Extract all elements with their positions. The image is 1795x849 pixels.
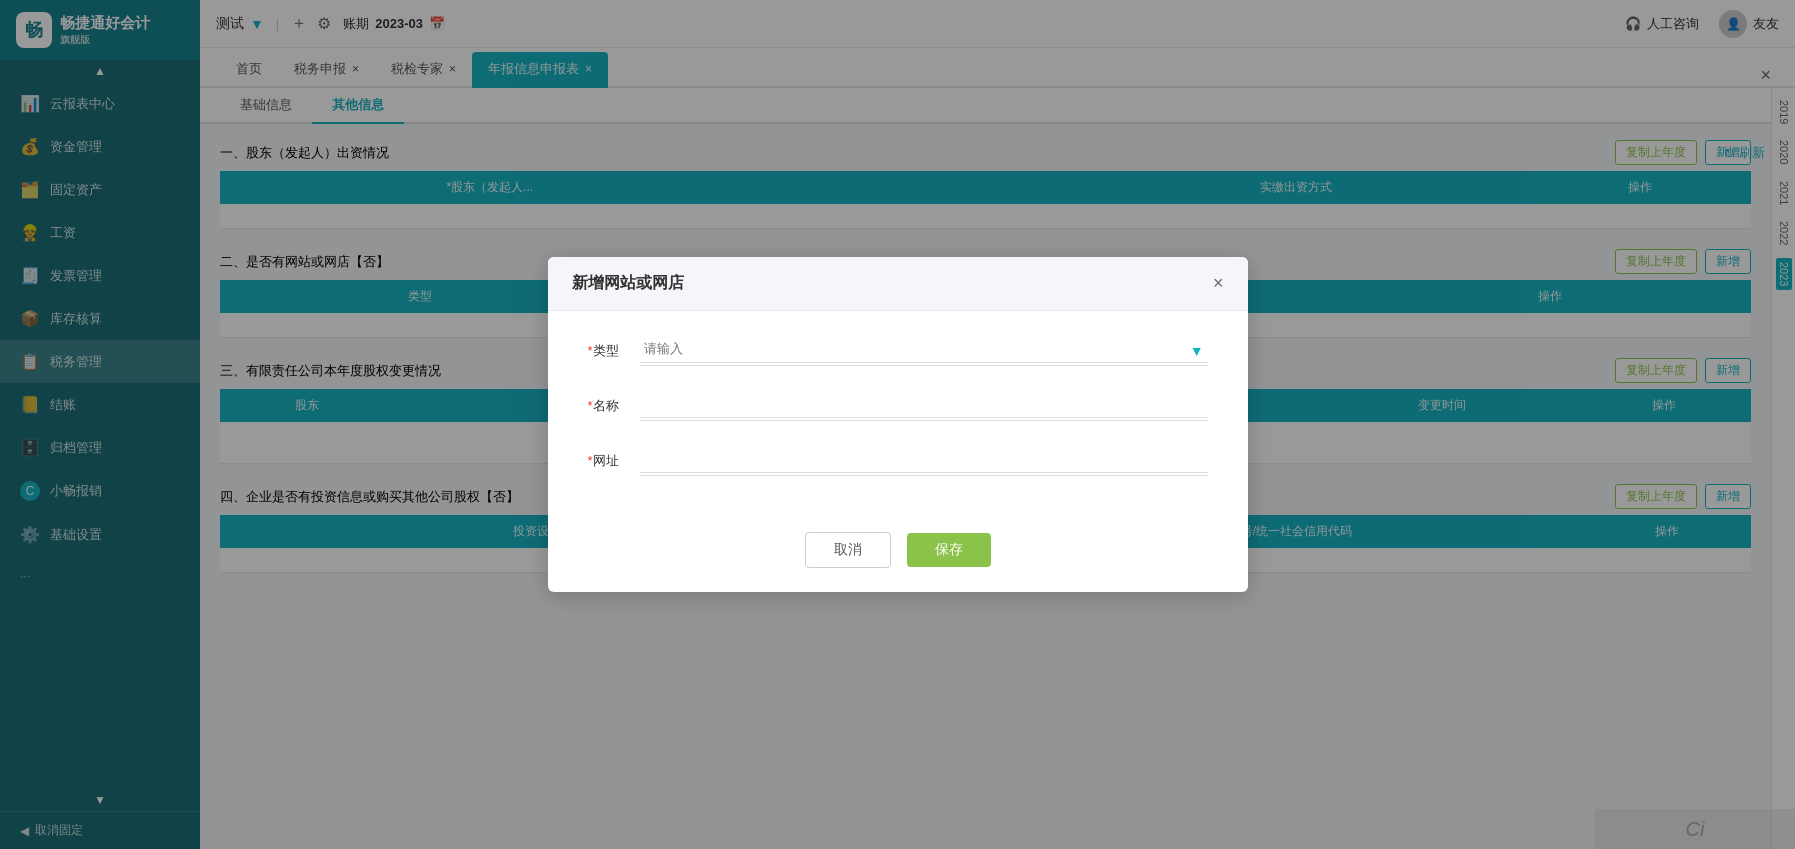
name-label: *名称 — [588, 397, 628, 415]
input-underline — [640, 365, 1208, 366]
modal-body: *类型 ▼ *名称 *网 — [548, 311, 1248, 516]
url-label: *网址 — [588, 452, 628, 470]
modal-add-website: 新增网站或网店 × *类型 ▼ *名称 — [548, 257, 1248, 592]
type-label: *类型 — [588, 342, 628, 360]
cancel-button[interactable]: 取消 — [805, 532, 891, 568]
modal-header: 新增网站或网店 × — [548, 257, 1248, 311]
url-input[interactable] — [640, 445, 1208, 473]
input-underline-url — [640, 475, 1208, 476]
name-req: * — [588, 398, 593, 413]
input-underline-name — [640, 420, 1208, 421]
modal-footer: 取消 保存 — [548, 516, 1248, 592]
type-input[interactable] — [640, 335, 1208, 363]
url-input-wrap — [640, 445, 1208, 476]
form-row-type: *类型 ▼ — [588, 335, 1208, 366]
modal-title: 新增网站或网店 — [572, 273, 684, 294]
form-row-name: *名称 — [588, 390, 1208, 421]
modal-overlay: 新增网站或网店 × *类型 ▼ *名称 — [0, 0, 1795, 849]
name-input-wrap — [640, 390, 1208, 421]
name-input[interactable] — [640, 390, 1208, 418]
type-input-wrap: ▼ — [640, 335, 1208, 366]
url-req: * — [588, 453, 593, 468]
save-button[interactable]: 保存 — [907, 533, 991, 567]
modal-close-btn[interactable]: × — [1213, 273, 1224, 294]
type-req: * — [588, 343, 593, 358]
form-row-url: *网址 — [588, 445, 1208, 476]
